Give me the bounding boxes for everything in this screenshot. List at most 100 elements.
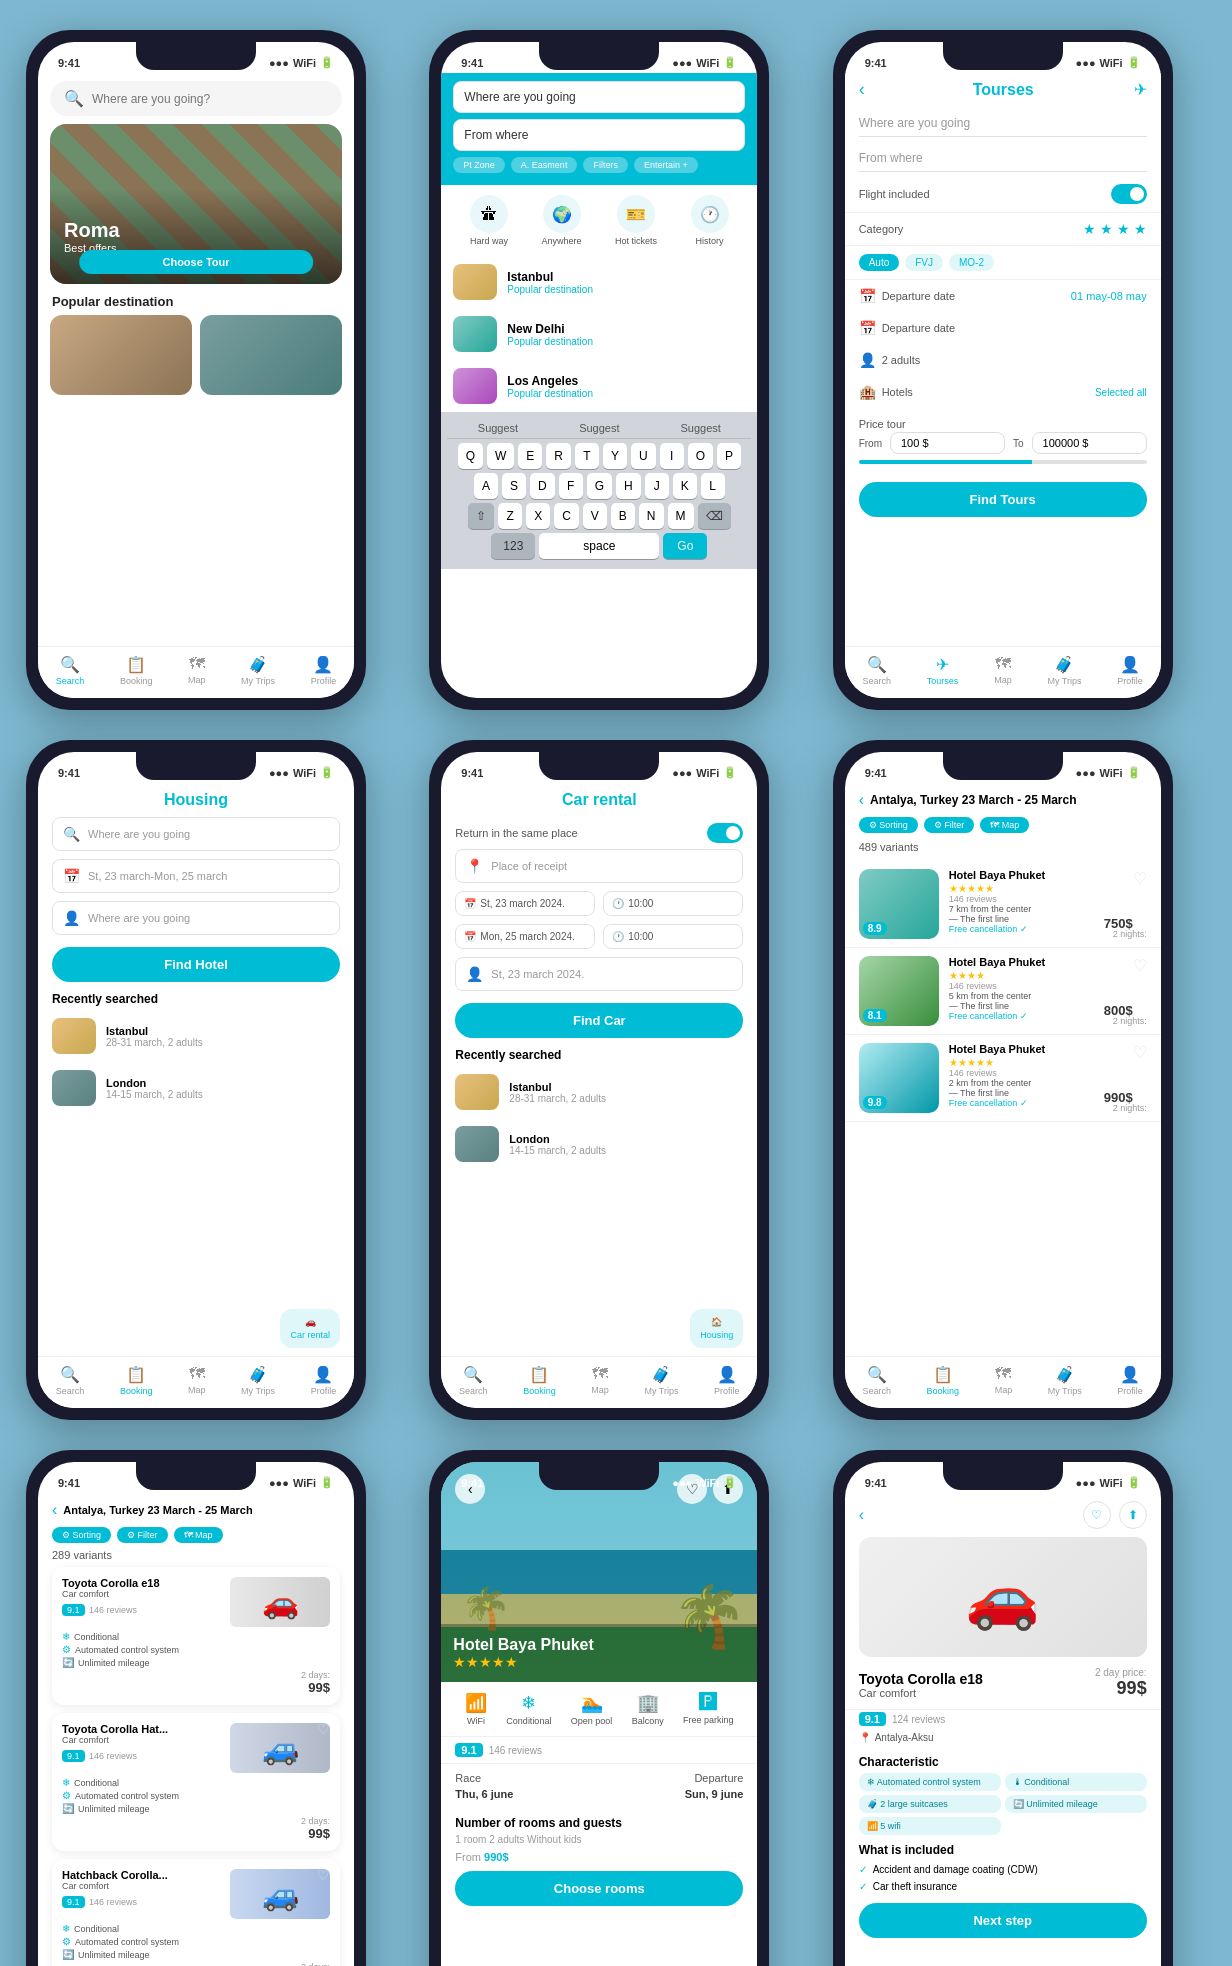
- cat-anywhere[interactable]: 🌍 Anywhere: [542, 195, 582, 246]
- cat-history[interactable]: 🕐 History: [691, 195, 729, 246]
- hotel-card-2[interactable]: 8.1 Hotel Baya Phuket ★★★★ 146 reviews 5…: [845, 948, 1161, 1035]
- car-detail-share-btn[interactable]: ⬆: [1119, 1501, 1147, 1529]
- cat-hot-tickets[interactable]: 🎫 Hot tickets: [615, 195, 657, 246]
- nav-profile-1[interactable]: 👤 Profile: [311, 655, 337, 686]
- home-search-bar[interactable]: 🔍: [50, 81, 342, 116]
- choose-rooms-button[interactable]: Choose rooms: [455, 1871, 743, 1906]
- nav-search-3[interactable]: 🔍 Search: [863, 655, 892, 686]
- car-filter-sorting[interactable]: ⚙ Sorting: [52, 1527, 111, 1543]
- cat-hardway[interactable]: 🛣 Hard way: [470, 195, 508, 246]
- destination-card-2[interactable]: [200, 315, 342, 395]
- date2-box[interactable]: 📅 Mon, 25 march 2024.: [455, 924, 595, 949]
- nav-search-6[interactable]: 🔍 Search: [862, 1365, 891, 1396]
- housing-floating-btn[interactable]: 🏠 Housing: [690, 1309, 743, 1348]
- dest-new-delhi[interactable]: New Delhi Popular destination: [441, 308, 757, 360]
- nav-map-6[interactable]: 🗺 Map: [995, 1365, 1013, 1396]
- key-x[interactable]: X: [526, 503, 550, 529]
- nav-map-1[interactable]: 🗺 Map: [188, 655, 206, 686]
- filter-entertain[interactable]: Entertain +: [634, 157, 698, 173]
- nav-profile-4[interactable]: 👤 Profile: [311, 1365, 337, 1396]
- key-z[interactable]: Z: [498, 503, 522, 529]
- car3-heart-icon[interactable]: ♡: [317, 1867, 330, 1883]
- filter-sorting-6[interactable]: ⚙ Sorting: [859, 817, 918, 833]
- tag-fvj[interactable]: FVJ: [905, 254, 943, 271]
- key-k[interactable]: K: [673, 473, 697, 499]
- key-p[interactable]: P: [717, 443, 741, 469]
- time2-box[interactable]: 🕐 10:00: [603, 924, 743, 949]
- receipt-input[interactable]: 📍 Place of receipt: [455, 849, 743, 883]
- key-s[interactable]: S: [502, 473, 526, 499]
- nav-trips-1[interactable]: 🧳 My Trips: [241, 655, 275, 686]
- filter-filters[interactable]: Filters: [583, 157, 628, 173]
- housing-date-input[interactable]: 📅 St, 23 march-Mon, 25 march: [52, 859, 340, 893]
- car1-heart-icon[interactable]: ♡: [317, 1575, 330, 1591]
- key-backspace[interactable]: ⌫: [698, 503, 731, 529]
- key-e[interactable]: E: [518, 443, 542, 469]
- key-space[interactable]: space: [539, 533, 659, 559]
- key-t[interactable]: T: [575, 443, 599, 469]
- nav-booking-4[interactable]: 📋 Booking: [120, 1365, 153, 1396]
- key-d[interactable]: D: [530, 473, 555, 499]
- find-hotel-button[interactable]: Find Hotel: [52, 947, 340, 982]
- tag-mo2[interactable]: MO-2: [949, 254, 994, 271]
- nav-search-5[interactable]: 🔍 Search: [459, 1365, 488, 1396]
- choose-tour-button[interactable]: Choose Tour: [79, 250, 313, 274]
- key-v[interactable]: V: [583, 503, 607, 529]
- nav-tourses-3[interactable]: ✈ Tourses: [927, 655, 959, 686]
- filter-filter-6[interactable]: ⚙ Filter: [924, 817, 975, 833]
- recent-istanbul-5[interactable]: Istanbul 28-31 march, 2 adults: [441, 1066, 757, 1118]
- car-filter-map[interactable]: 🗺 Map: [174, 1527, 223, 1543]
- filter-pt-zone[interactable]: Pt Zone: [453, 157, 505, 173]
- key-l[interactable]: L: [701, 473, 725, 499]
- key-i[interactable]: I: [660, 443, 684, 469]
- from-input[interactable]: From where: [453, 119, 745, 151]
- key-w[interactable]: W: [487, 443, 514, 469]
- tours-back-icon[interactable]: ‹: [859, 79, 865, 100]
- tag-auto[interactable]: Auto: [859, 254, 900, 271]
- nav-search-1[interactable]: 🔍 Search: [56, 655, 85, 686]
- nav-profile-6[interactable]: 👤 Profile: [1117, 1365, 1143, 1396]
- filter-map-6[interactable]: 🗺 Map: [980, 817, 1029, 833]
- key-123[interactable]: 123: [491, 533, 535, 559]
- nav-profile-5[interactable]: 👤 Profile: [714, 1365, 740, 1396]
- dest-istanbul[interactable]: Istanbul Popular destination: [441, 256, 757, 308]
- key-c[interactable]: C: [554, 503, 579, 529]
- key-g[interactable]: G: [587, 473, 612, 499]
- key-o[interactable]: O: [688, 443, 713, 469]
- return-same-toggle[interactable]: [707, 823, 743, 843]
- key-q[interactable]: Q: [458, 443, 483, 469]
- key-u[interactable]: U: [631, 443, 656, 469]
- next-step-button[interactable]: Next step: [859, 1903, 1147, 1938]
- housing-where-input[interactable]: 🔍 Where are you going: [52, 817, 340, 851]
- nav-trips-3[interactable]: 🧳 My Trips: [1047, 655, 1081, 686]
- car-rental-floating-btn[interactable]: 🚗 Car rental: [280, 1309, 340, 1348]
- hotel-results-back-icon[interactable]: ‹: [859, 791, 864, 809]
- tours-filter-icon[interactable]: ✈: [1134, 80, 1147, 99]
- key-shift[interactable]: ⇧: [468, 503, 494, 529]
- find-car-button[interactable]: Find Car: [455, 1003, 743, 1038]
- nav-booking-6[interactable]: 📋 Booking: [927, 1365, 960, 1396]
- nav-map-3[interactable]: 🗺 Map: [994, 655, 1012, 686]
- key-h[interactable]: H: [616, 473, 641, 499]
- car-card-1[interactable]: Toyota Corolla e18 Car comfort 9.1 146 r…: [52, 1567, 340, 1705]
- hotel2-heart-icon[interactable]: ♡: [1133, 956, 1147, 975]
- key-n[interactable]: N: [639, 503, 664, 529]
- nav-trips-5[interactable]: 🧳 My Trips: [644, 1365, 678, 1396]
- price-from-input[interactable]: 100 $: [890, 432, 1005, 454]
- car-card-3[interactable]: Hatchback Corolla... Car comfort 9.1 146…: [52, 1859, 340, 1966]
- tours-where-input[interactable]: Where are you going: [859, 110, 1147, 137]
- key-a[interactable]: A: [474, 473, 498, 499]
- find-tours-button[interactable]: Find Tours: [859, 482, 1147, 517]
- tours-from-input[interactable]: From where: [859, 145, 1147, 172]
- destination-card-1[interactable]: [50, 315, 192, 395]
- filter-easment[interactable]: A. Easment: [511, 157, 578, 173]
- search-input[interactable]: [92, 92, 328, 106]
- key-r[interactable]: R: [546, 443, 571, 469]
- flight-toggle[interactable]: [1111, 184, 1147, 204]
- going-input[interactable]: Where are you going: [453, 81, 745, 113]
- time1-box[interactable]: 🕐 10:00: [603, 891, 743, 916]
- housing-guests-input[interactable]: 👤 Where are you going: [52, 901, 340, 935]
- key-b[interactable]: B: [611, 503, 635, 529]
- nav-trips-4[interactable]: 🧳 My Trips: [241, 1365, 275, 1396]
- recent-istanbul-4[interactable]: Istanbul 28-31 march, 2 adults: [38, 1010, 354, 1062]
